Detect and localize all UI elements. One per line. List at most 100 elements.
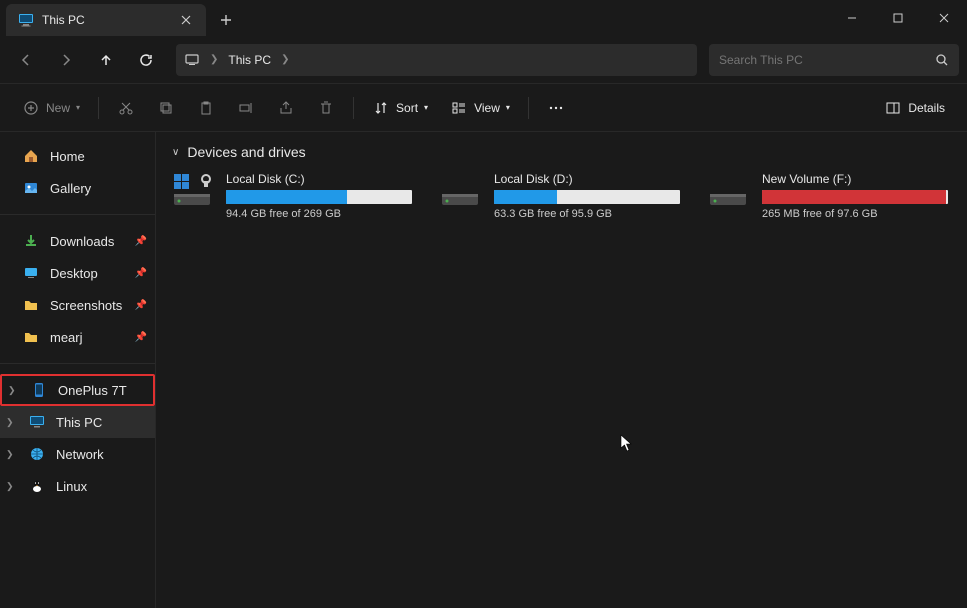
new-button[interactable]: New ▾ <box>14 92 88 124</box>
drive-status: 265 MB free of 97.6 GB <box>762 208 948 220</box>
chevron-down-icon: ▾ <box>76 103 80 112</box>
chevron-right-icon[interactable]: ❯ <box>6 449 18 460</box>
plus-circle-icon <box>22 99 40 117</box>
minimize-button[interactable] <box>829 0 875 36</box>
cut-icon <box>117 99 135 117</box>
back-button[interactable] <box>8 42 44 78</box>
chevron-right-icon[interactable]: ❯ <box>206 54 222 65</box>
rename-button[interactable] <box>229 92 263 124</box>
desktop-icon <box>22 264 40 282</box>
drive-icon <box>708 172 752 208</box>
new-tab-button[interactable] <box>210 4 242 36</box>
monitor-icon <box>18 12 34 28</box>
sidebar-label: Downloads <box>50 234 114 249</box>
sidebar-item-linux[interactable]: ❯ Linux <box>0 470 155 502</box>
up-button[interactable] <box>88 42 124 78</box>
chevron-right-icon[interactable]: ❯ <box>6 481 18 492</box>
tab-this-pc[interactable]: This PC <box>6 4 206 36</box>
sidebar-item-downloads[interactable]: Downloads 📌 <box>0 225 155 257</box>
cut-button[interactable] <box>109 92 143 124</box>
sort-button[interactable]: Sort ▾ <box>364 92 436 124</box>
gallery-icon <box>22 179 40 197</box>
chevron-down-icon: ▾ <box>506 103 510 112</box>
drive-status: 94.4 GB free of 269 GB <box>226 208 412 220</box>
search-input[interactable] <box>719 53 935 67</box>
sidebar-label: Network <box>56 447 104 462</box>
address-segment[interactable]: This PC <box>228 53 271 67</box>
drive-name: New Volume (F:) <box>762 172 948 186</box>
sidebar-item-oneplus7t[interactable]: ❯ OnePlus 7T <box>0 374 155 406</box>
chevron-down-icon: ▾ <box>424 103 428 112</box>
drive-icon <box>440 172 484 208</box>
sidebar-item-home[interactable]: Home <box>0 140 155 172</box>
chevron-right-icon[interactable]: ❯ <box>277 54 293 65</box>
sidebar-label: Desktop <box>50 266 98 281</box>
network-icon <box>28 445 46 463</box>
drive-usage-bar <box>226 190 412 204</box>
search-box[interactable] <box>709 44 959 76</box>
home-icon <box>22 147 40 165</box>
view-button[interactable]: View ▾ <box>442 92 518 124</box>
sidebar-item-screenshots[interactable]: Screenshots 📌 <box>0 289 155 321</box>
forward-button[interactable] <box>48 42 84 78</box>
delete-button[interactable] <box>309 92 343 124</box>
title-bar: This PC <box>0 0 967 36</box>
close-window-button[interactable] <box>921 0 967 36</box>
sidebar-label: Screenshots <box>50 298 122 313</box>
share-icon <box>277 99 295 117</box>
linux-icon <box>28 477 46 495</box>
copy-icon <box>157 99 175 117</box>
tab-title: This PC <box>42 13 170 27</box>
sidebar-label: Linux <box>56 479 87 494</box>
downloads-icon <box>22 232 40 250</box>
section-title: Devices and drives <box>187 144 305 160</box>
sidebar-label: OnePlus 7T <box>58 383 127 398</box>
search-icon <box>935 53 949 67</box>
sort-icon <box>372 99 390 117</box>
navigation-bar: ❯ This PC ❯ <box>0 36 967 84</box>
sidebar-label: Gallery <box>50 181 91 196</box>
navigation-sidebar: Home Gallery Downloads 📌 Desktop 📌 Scree… <box>0 132 156 608</box>
drive-item[interactable]: New Volume (F:) 265 MB free of 97.6 GB <box>708 172 948 220</box>
drive-item[interactable]: Local Disk (C:) 94.4 GB free of 269 GB <box>172 172 412 220</box>
phone-icon <box>30 381 48 399</box>
paste-icon <box>197 99 215 117</box>
sidebar-label: mearj <box>50 330 83 345</box>
pin-icon: 📌 <box>135 332 147 343</box>
drive-icon <box>172 172 216 208</box>
monitor-icon <box>184 52 200 68</box>
drive-name: Local Disk (D:) <box>494 172 680 186</box>
drive-usage-bar <box>762 190 948 204</box>
drive-item[interactable]: Local Disk (D:) 63.3 GB free of 95.9 GB <box>440 172 680 220</box>
share-button[interactable] <box>269 92 303 124</box>
ellipsis-icon <box>547 99 565 117</box>
sidebar-item-mearj[interactable]: mearj 📌 <box>0 321 155 353</box>
details-icon <box>884 99 902 117</box>
details-pane-button[interactable]: Details <box>876 92 953 124</box>
drive-usage-bar <box>494 190 680 204</box>
cursor-icon <box>620 434 634 452</box>
more-button[interactable] <box>539 92 573 124</box>
sidebar-item-desktop[interactable]: Desktop 📌 <box>0 257 155 289</box>
drive-name: Local Disk (C:) <box>226 172 412 186</box>
copy-button[interactable] <box>149 92 183 124</box>
sidebar-label: This PC <box>56 415 102 430</box>
sidebar-item-this-pc[interactable]: ❯ This PC <box>0 406 155 438</box>
folder-icon <box>22 296 40 314</box>
command-toolbar: New ▾ Sort ▾ View ▾ Details <box>0 84 967 132</box>
maximize-button[interactable] <box>875 0 921 36</box>
chevron-right-icon[interactable]: ❯ <box>6 417 18 428</box>
view-label: View <box>474 101 500 115</box>
address-bar[interactable]: ❯ This PC ❯ <box>176 44 697 76</box>
drive-status: 63.3 GB free of 95.9 GB <box>494 208 680 220</box>
refresh-button[interactable] <box>128 42 164 78</box>
section-header-devices[interactable]: ∨ Devices and drives <box>172 144 951 160</box>
new-label: New <box>46 101 70 115</box>
content-pane: ∨ Devices and drives Local Disk (C:) 94.… <box>156 132 967 608</box>
sidebar-item-gallery[interactable]: Gallery <box>0 172 155 204</box>
chevron-right-icon[interactable]: ❯ <box>8 385 20 396</box>
paste-button[interactable] <box>189 92 223 124</box>
trash-icon <box>317 99 335 117</box>
sidebar-item-network[interactable]: ❯ Network <box>0 438 155 470</box>
close-icon[interactable] <box>178 12 194 28</box>
